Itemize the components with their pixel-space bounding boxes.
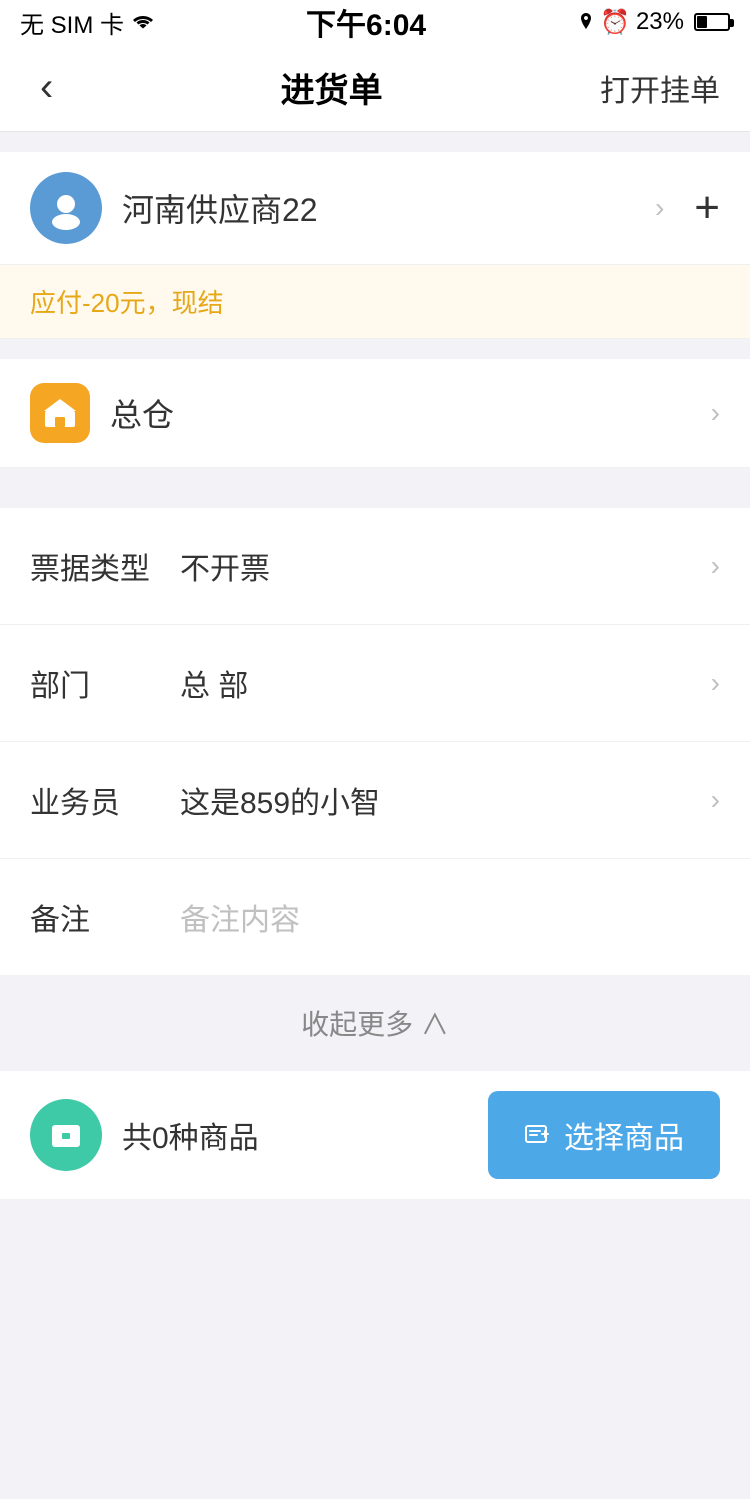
collapse-text: 收起更多 ∧ [301, 1003, 449, 1043]
warehouse-row[interactable]: 总仓 › [0, 359, 750, 468]
product-icon [30, 1099, 102, 1171]
top-divider [0, 132, 750, 152]
page-title: 进货单 [281, 63, 383, 112]
warehouse-icon [30, 383, 90, 443]
department-value: 总 部 [180, 661, 711, 705]
carrier-text: 无 SIM 卡 [20, 5, 124, 40]
add-supplier-button[interactable]: + [694, 186, 720, 230]
supplier-arrow-icon: › [655, 192, 664, 224]
invoice-type-value: 不开票 [180, 544, 711, 588]
remaining-background [0, 1199, 750, 1499]
collapse-row[interactable]: 收起更多 ∧ [0, 975, 750, 1071]
supplier-name: 河南供应商22 [122, 185, 655, 231]
salesperson-value: 这是859的小智 [180, 778, 711, 822]
salesperson-label: 业务员 [30, 778, 170, 822]
status-time: 下午6:04 [306, 0, 426, 44]
select-product-button[interactable]: 选择商品 [488, 1091, 720, 1179]
location-icon [578, 8, 594, 36]
supplier-card: 河南供应商22 › + 应付-20元，现结 [0, 152, 750, 339]
department-arrow-icon: › [711, 667, 720, 699]
section-gap-2 [0, 468, 750, 488]
select-product-label: 选择商品 [564, 1113, 684, 1157]
open-hold-button[interactable]: 打开挂单 [600, 66, 720, 110]
invoice-type-row[interactable]: 票据类型 不开票 › [0, 508, 750, 625]
nav-bar: ‹ 进货单 打开挂单 [0, 44, 750, 132]
alarm-icon: ⏰ [600, 8, 630, 37]
salesperson-arrow-icon: › [711, 784, 720, 816]
battery-text: 23% [636, 8, 684, 36]
status-bar: 无 SIM 卡 下午6:04 ⏰ 23% [0, 0, 750, 44]
wifi-icon [132, 8, 154, 36]
invoice-type-label: 票据类型 [30, 544, 170, 588]
remark-row[interactable]: 备注 备注内容 [0, 859, 750, 975]
battery-icon [694, 13, 730, 31]
back-button[interactable]: ‹ [30, 55, 63, 120]
supplier-avatar [30, 172, 102, 244]
remark-label: 备注 [30, 895, 170, 939]
section-gap-1 [0, 339, 750, 359]
supplier-notice: 应付-20元，现结 [0, 265, 750, 339]
product-section: 共0种商品 选择商品 [0, 1071, 750, 1199]
status-right: ⏰ 23% [578, 8, 730, 37]
form-section: 票据类型 不开票 › 部门 总 部 › 业务员 这是859的小智 › 备注 备注… [0, 508, 750, 975]
warehouse-name: 总仓 [110, 390, 711, 436]
warehouse-arrow-icon: › [711, 397, 720, 429]
invoice-type-arrow-icon: › [711, 550, 720, 582]
status-left: 无 SIM 卡 [20, 5, 154, 40]
supplier-row[interactable]: 河南供应商22 › + [0, 152, 750, 265]
remark-input[interactable]: 备注内容 [180, 895, 720, 939]
department-row[interactable]: 部门 总 部 › [0, 625, 750, 742]
department-label: 部门 [30, 661, 170, 705]
product-count: 共0种商品 [122, 1113, 488, 1157]
salesperson-row[interactable]: 业务员 这是859的小智 › [0, 742, 750, 859]
